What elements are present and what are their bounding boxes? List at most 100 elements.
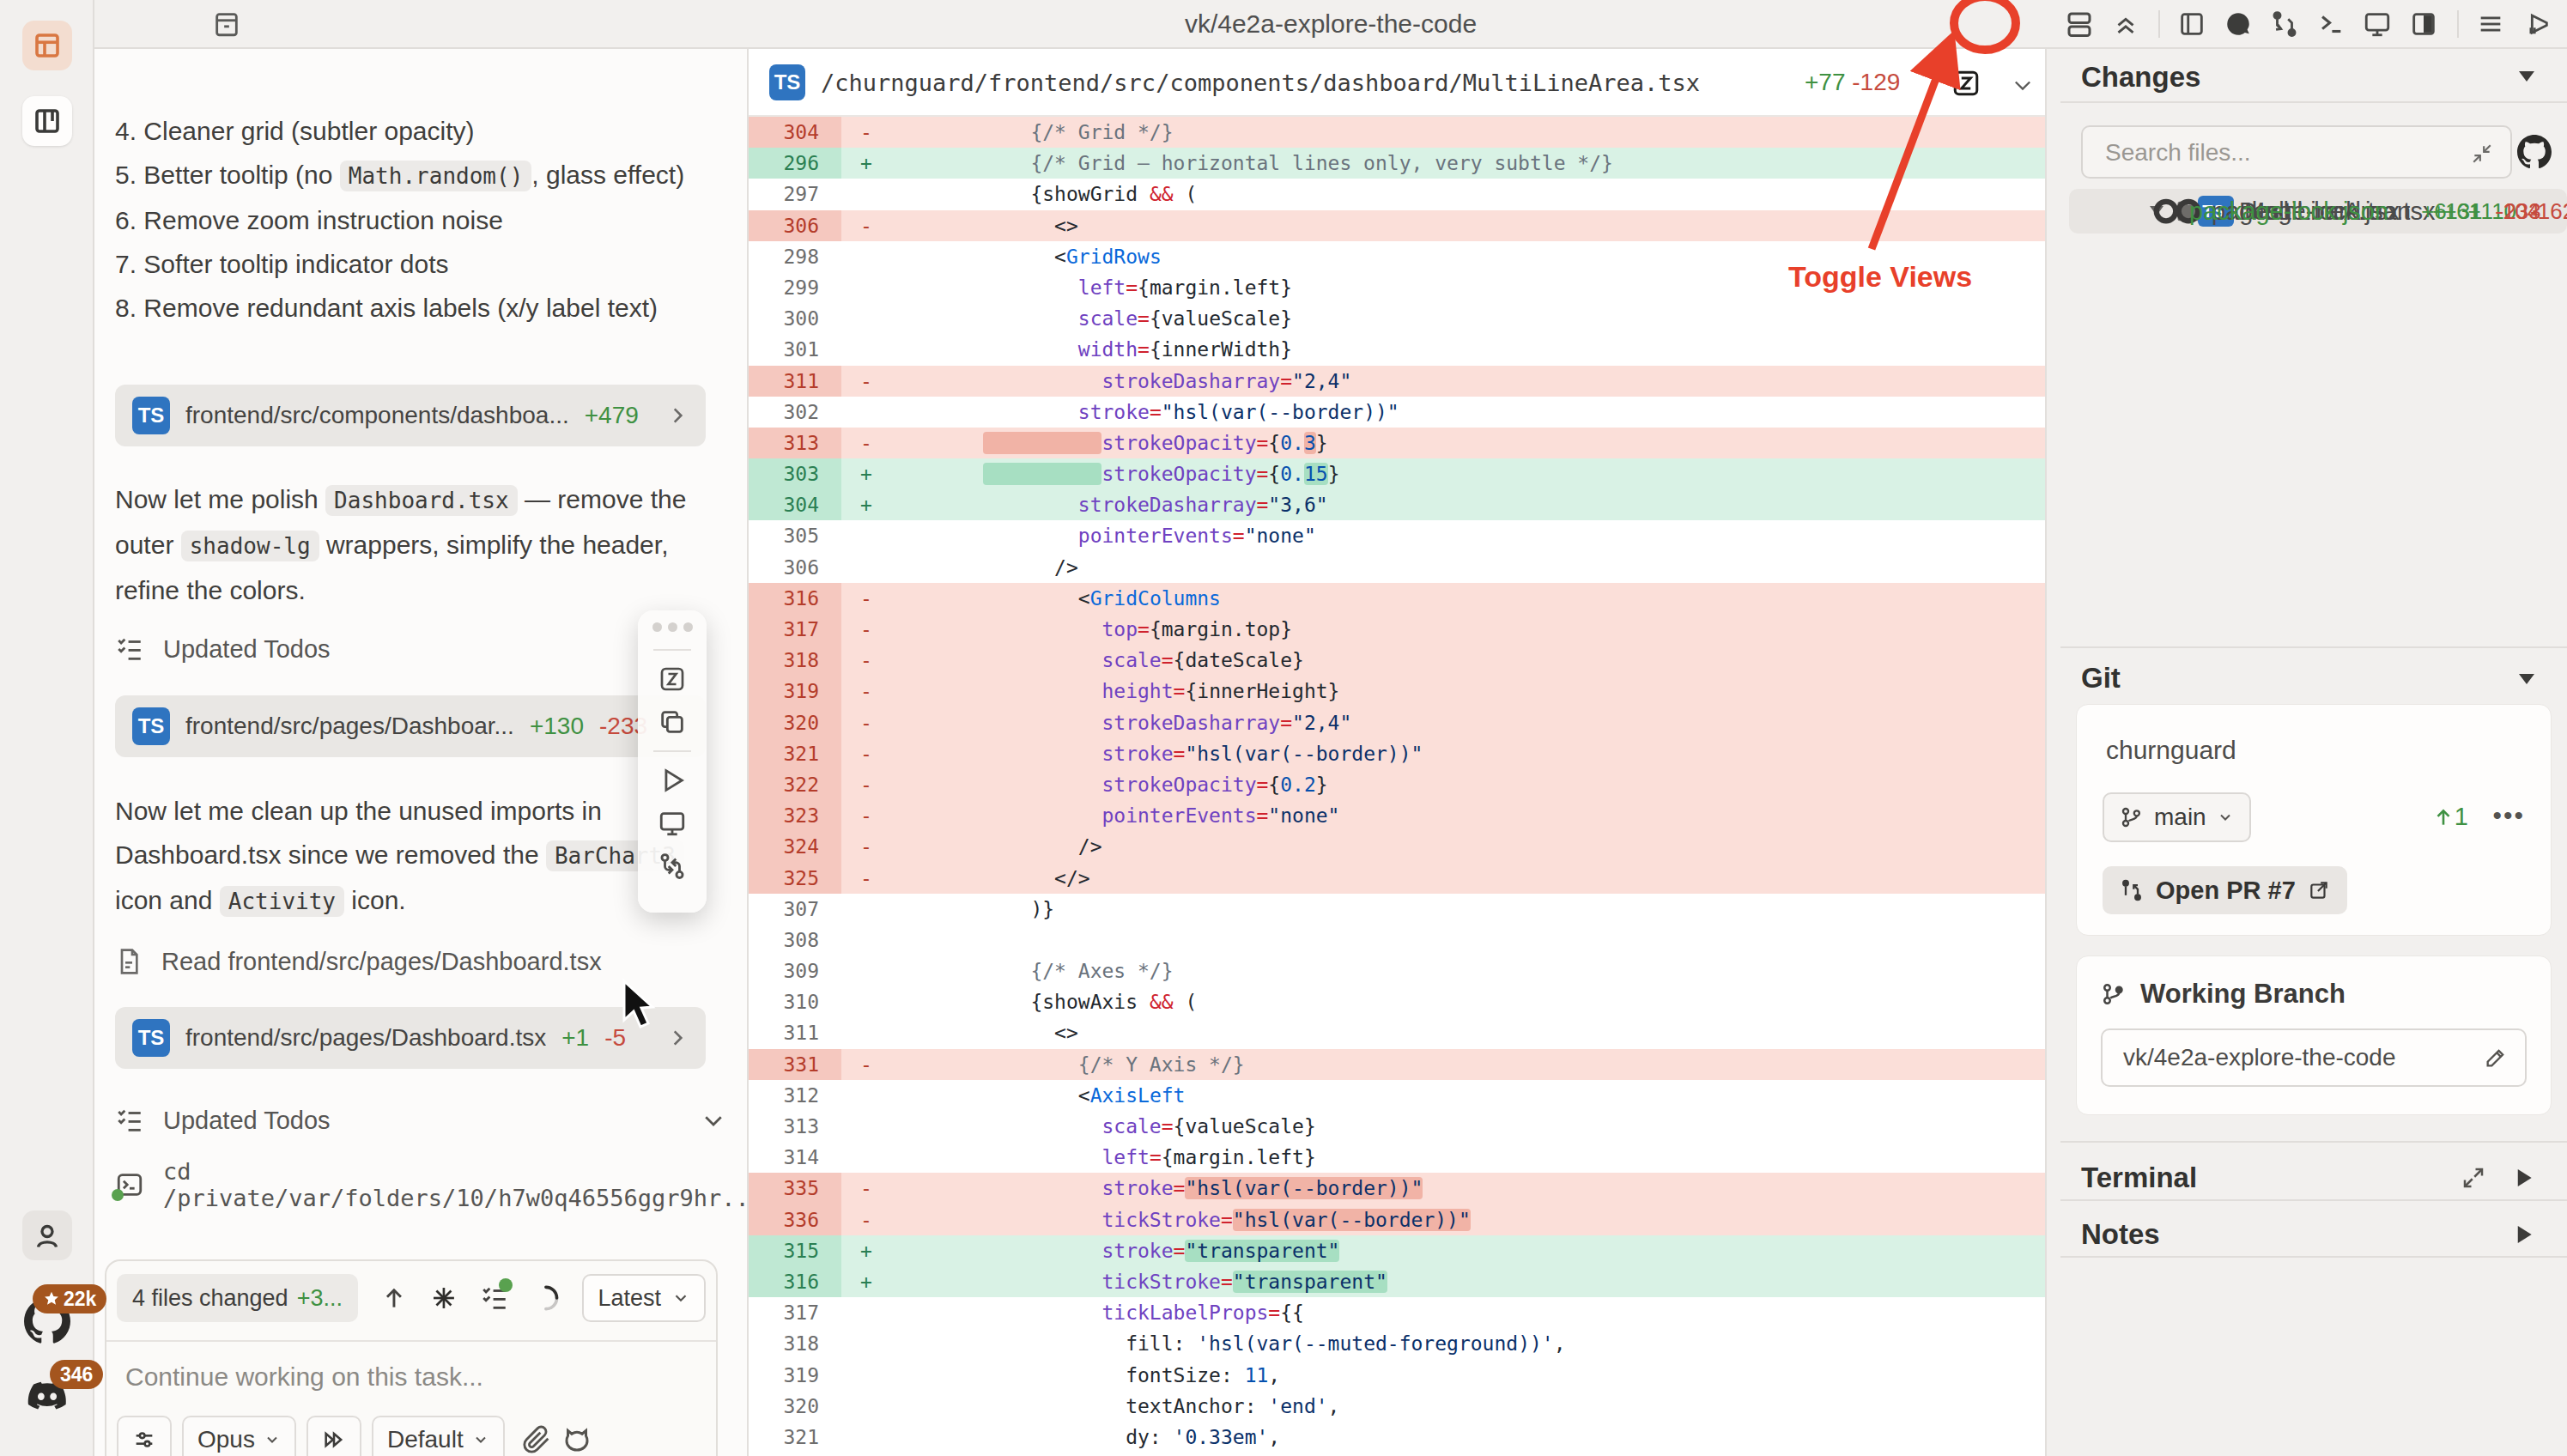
diff-row: 313- strokeOpacity={0.3} [749,428,2045,458]
todos-status-icon[interactable] [480,1283,509,1313]
edit-pencil-icon[interactable] [2484,1046,2508,1070]
diff-view-icon[interactable] [1951,68,1981,99]
terminal-header[interactable]: Terminal [2081,1162,2197,1194]
toolbar-divider [2457,10,2459,38]
diff-row: 331- {/* Y Axis */} [749,1049,2045,1080]
menu-icon[interactable] [2476,9,2505,39]
left-panel-icon[interactable] [2177,9,2206,39]
files-changed-chip[interactable]: 4 files changed +3... [117,1274,358,1322]
working-branch-card: Working Branch vk/4e2a-explore-the-code [2076,956,2552,1115]
diff-row: 312 <AxisLeft [749,1080,2045,1111]
diff-row: 307 )} [749,894,2045,925]
diff-row: 324- /> [749,831,2045,862]
tree-item-package-lock.json[interactable]: package-lock.json+6 [2069,189,2567,234]
git-compare-icon[interactable] [2270,9,2299,39]
assistant-list-item: 5. Better tooltip (no Math.random(), gla… [115,153,707,198]
diff-row: 306 /> [749,552,2045,583]
chevron-right-icon [666,1027,689,1049]
terminal-command-row[interactable]: cd /private/var/folders/10/h7w0q46556ggr… [115,1162,749,1207]
file-chip-dashboard[interactable]: TS frontend/src/pages/Dashboar... +130 -… [115,695,706,757]
cat-icon[interactable] [561,1424,592,1455]
mode-dropdown[interactable]: Default [372,1416,505,1456]
shrink-icon[interactable] [2471,143,2493,165]
diff-row: 300 scale={valueScale} [749,303,2045,334]
chevron-down-icon[interactable] [2011,73,2035,97]
play-icon[interactable] [658,759,687,802]
diff-row: 309 {/* Axes */} [749,956,2045,986]
toolbar-divider [2158,10,2160,38]
arrow-up-icon[interactable] [380,1283,408,1313]
assistant-paragraph: Now let me clean up the unused imports i… [115,789,707,924]
ts-file-icon: TS [769,64,805,100]
expand-icon[interactable] [2461,1165,2486,1191]
monitor-icon[interactable] [2363,9,2392,39]
more-menu[interactable]: ••• [2492,801,2525,830]
diff-row: 296+ {/* Grid — horizontal lines only, v… [749,148,2045,179]
diff-row: 319 fontSize: 11, [749,1360,2045,1391]
chevron-right-triangle-icon[interactable] [2514,1167,2534,1189]
window-archive-icon[interactable] [212,9,241,39]
ts-file-icon: TS [132,1019,170,1057]
notes-header[interactable]: Notes [2081,1218,2160,1251]
window-title: vk/4e2a-explore-the-code [1185,9,1477,39]
updated-todos-row-2[interactable]: Updated Todos [115,1098,726,1143]
branch-dropdown[interactable]: main [2103,792,2251,842]
chevron-right-triangle-icon[interactable] [2514,1223,2534,1246]
diff-row: 320- strokeDasharray="2,4" [749,707,2045,738]
fast-forward-button[interactable] [306,1416,361,1456]
collapse-all-icon[interactable] [2111,9,2140,39]
collapse-triangle-icon[interactable] [2517,70,2536,83]
diff-row: 302 stroke="hsl(var(--border))" [749,397,2045,428]
profile-button[interactable] [22,1210,72,1260]
diff-row: 311 <> [749,1017,2045,1048]
diff-rows: 304- {/* Grid */}296+ {/* Grid — horizon… [749,117,2045,1453]
diff-row: 322- strokeOpacity={0.2} [749,769,2045,800]
megaphone-icon[interactable] [2522,9,2552,39]
file-chip-dashboard-2[interactable]: TS frontend/src/pages/Dashboard.tsx +1 -… [115,1007,706,1069]
spark-icon[interactable] [430,1283,458,1313]
git-header[interactable]: Git [2081,662,2121,695]
search-files-input[interactable]: Search files... [2081,125,2512,179]
assistant-list-item: 4. Cleaner grid (subtler opacity) [115,109,707,153]
terminal-icon[interactable] [2316,9,2345,39]
toggle-views-icon[interactable] [2064,9,2095,39]
diff-row: 306- <> [749,210,2045,241]
collapse-triangle-icon[interactable] [2517,672,2536,686]
diff-row: 303+ strokeOpacity={0.15} [749,458,2045,489]
diff-header: TS /churnguard/frontend/src/components/d… [749,49,2045,117]
settings-sliders-button[interactable] [117,1416,172,1456]
model-dropdown[interactable]: Opus [182,1416,296,1456]
read-file-row[interactable]: Read frontend/src/pages/Dashboard.tsx [115,939,602,984]
kanban-view-button[interactable] [22,96,72,146]
changes-header[interactable]: Changes [2081,61,2200,94]
updated-todos-row[interactable]: Updated Todos [115,627,331,671]
diff-file-path: /churnguard/frontend/src/components/dash… [821,69,1700,95]
attachment-icon[interactable] [522,1425,551,1454]
open-pr-button[interactable]: Open PR #7 [2103,866,2347,914]
chat-bubble-icon[interactable] [2224,9,2253,39]
diff-row: 304- {/* Grid */} [749,117,2045,148]
cat-icon[interactable] [2517,135,2552,169]
diff-row: 311- strokeDasharray="2,4" [749,366,2045,397]
diff-row: 308 [749,925,2045,956]
git-compare-icon[interactable] [658,845,687,888]
floating-toolbar[interactable] [638,610,707,913]
diff-row: 297 {showGrid && ( [749,179,2045,209]
ts-file-icon: TS [132,397,170,434]
right-panel-filled-icon[interactable] [2409,9,2438,39]
diff-row: 321 dy: '0.33em', [749,1422,2045,1453]
drag-handle-icon[interactable] [652,622,693,632]
file-chip-multilinearea[interactable]: TS frontend/src/components/dashboa... +4… [115,385,706,446]
diff-icon[interactable] [657,658,688,701]
layout-view-button[interactable] [22,21,72,70]
working-branch-input[interactable]: vk/4e2a-explore-the-code [2101,1028,2527,1087]
diff-row: 317 tickLabelProps={{ [749,1297,2045,1328]
monitor-icon[interactable] [658,802,687,845]
version-dropdown[interactable]: Latest [582,1274,706,1322]
top-bar: vk/4e2a-explore-the-code [94,0,2567,49]
assistant-list-item: 6. Remove zoom instruction noise [115,198,707,242]
diff-row: 335- stroke="hsl(var(--border))" [749,1173,2045,1204]
copy-icon[interactable] [658,701,687,743]
composer-input[interactable]: Continue working on this task... [125,1362,483,1392]
diff-row: 310 {showAxis && ( [749,986,2045,1017]
